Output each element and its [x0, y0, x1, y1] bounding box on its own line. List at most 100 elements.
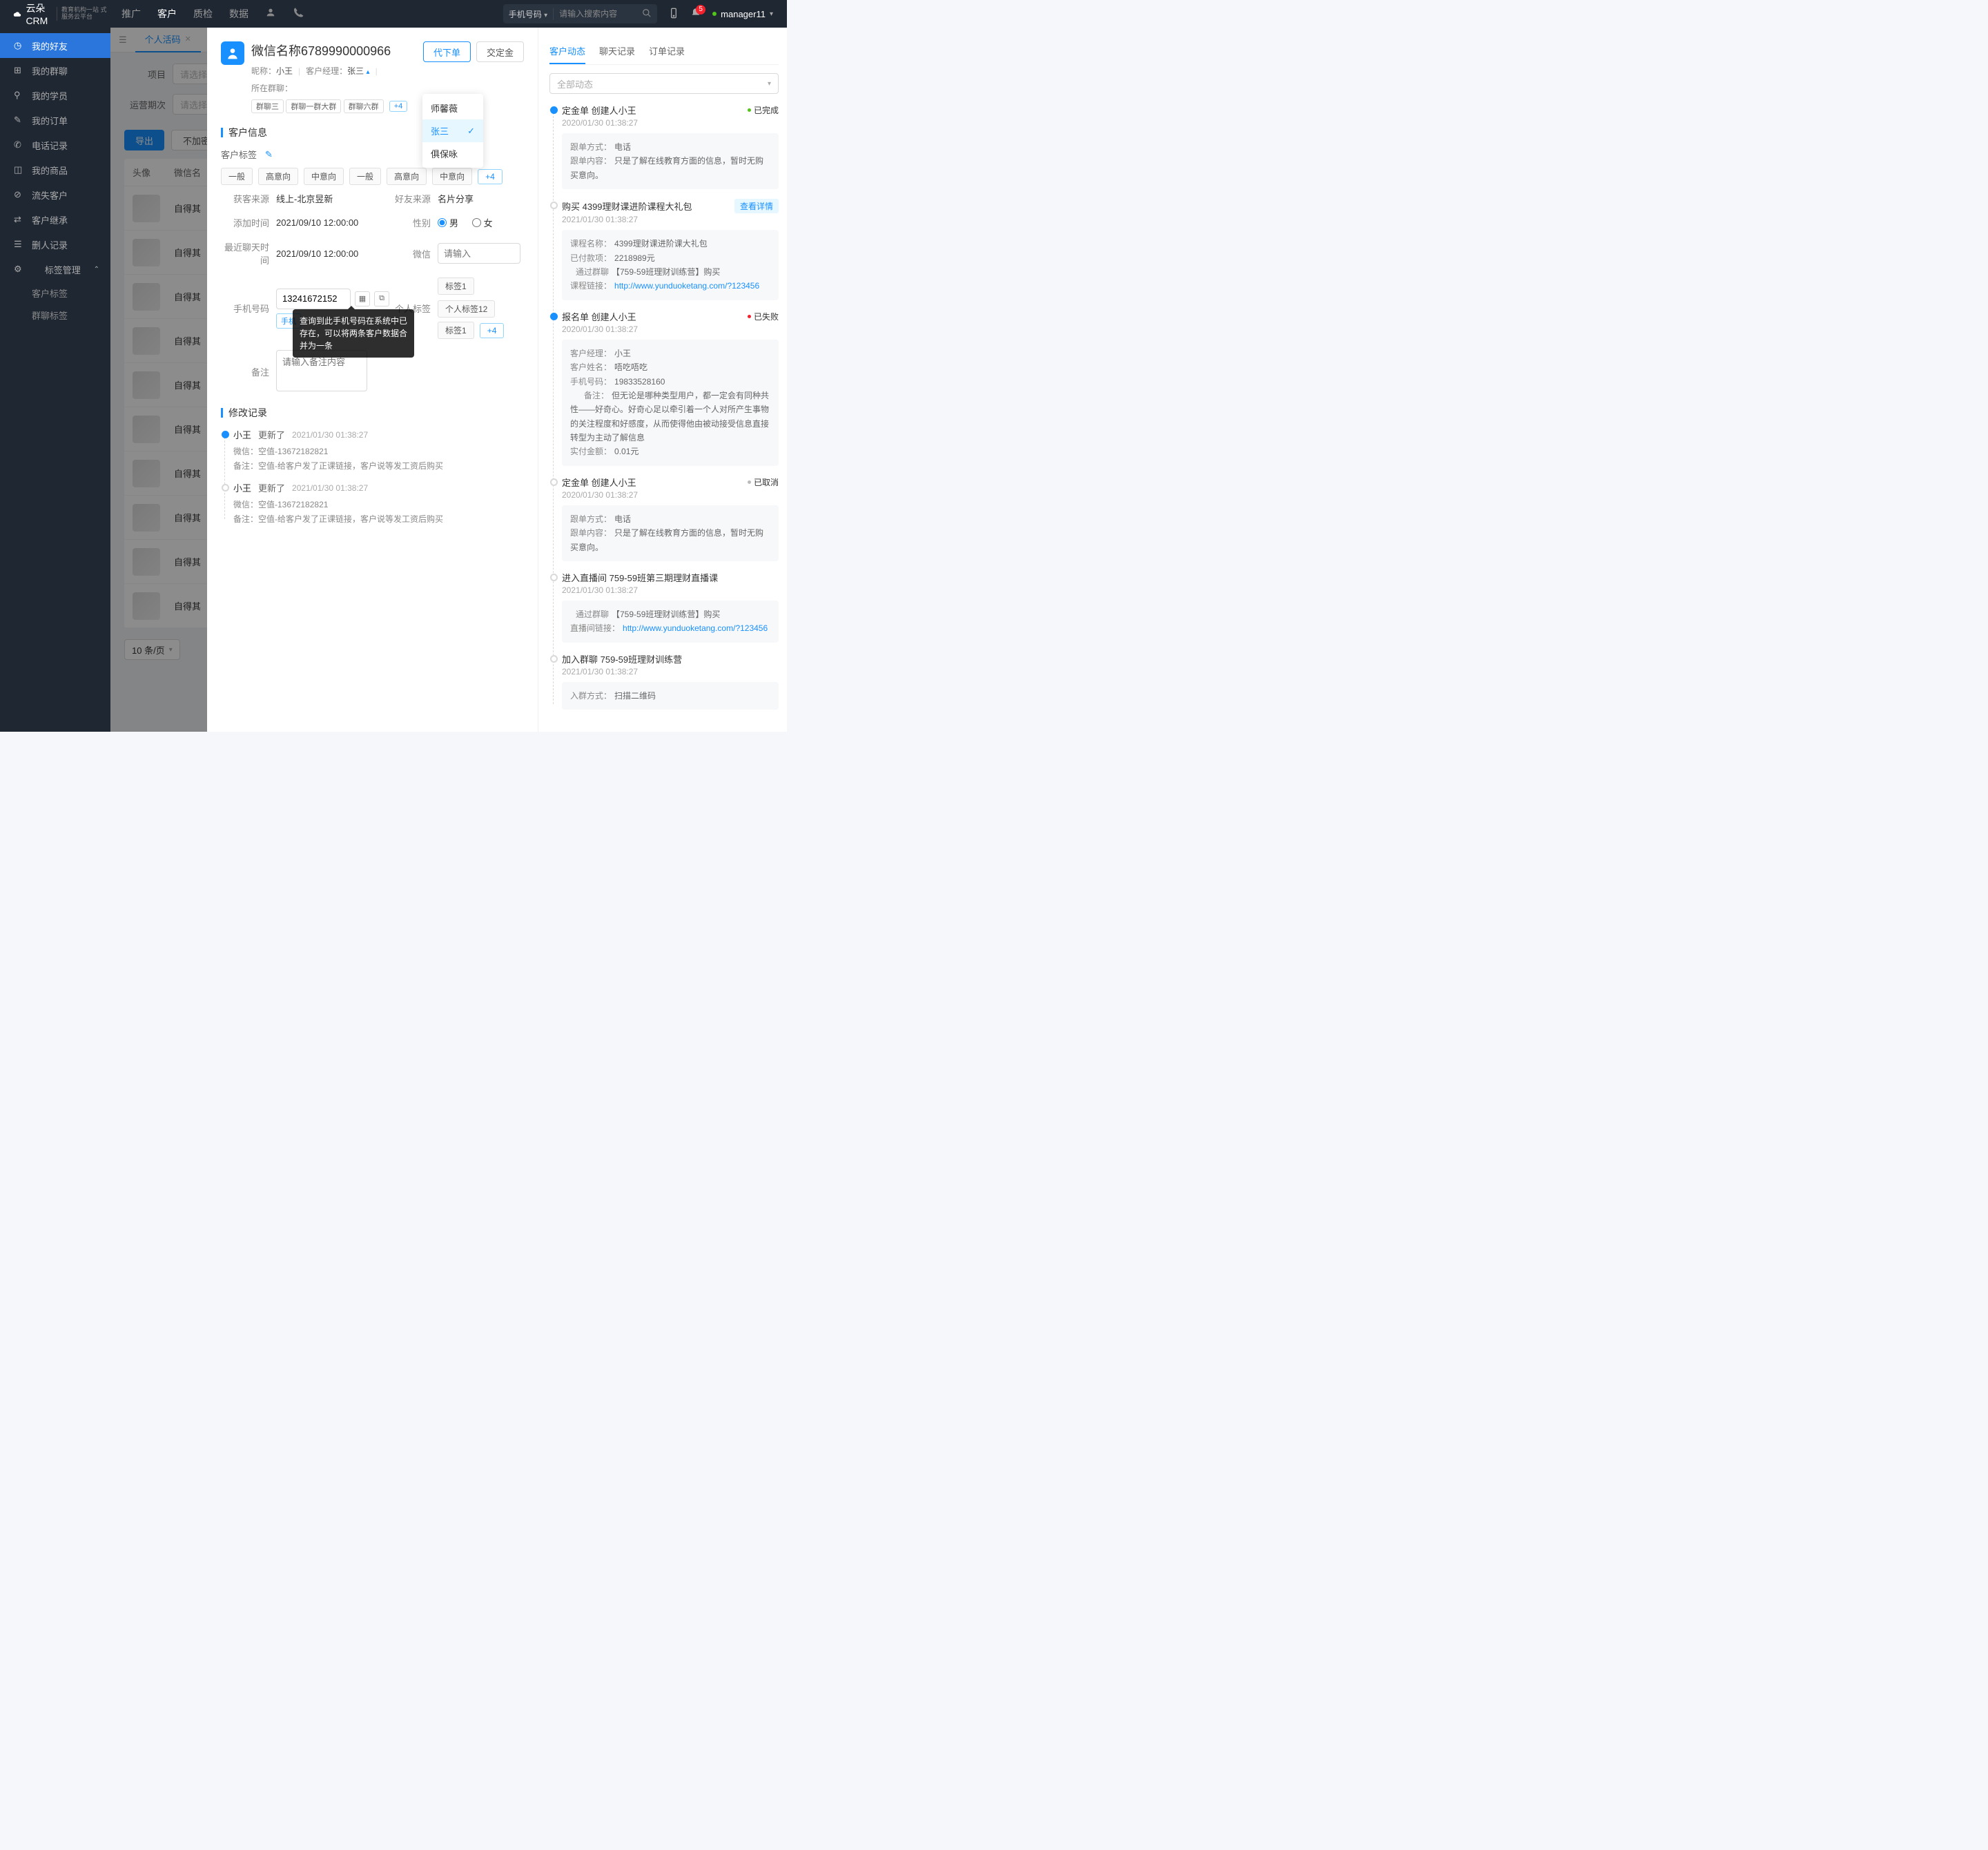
- rtab-orders[interactable]: 订单记录: [649, 39, 685, 64]
- manager-dropdown: 师馨薇 张三✓ 俱保咏: [422, 94, 483, 168]
- sidebar-icon: ⊞: [14, 65, 25, 76]
- sidebar-item-3[interactable]: ✎我的订单: [0, 108, 110, 133]
- search-type-select[interactable]: 手机号码 ▾: [503, 8, 554, 20]
- topnav: 推广 客户 质检 数据: [110, 7, 304, 21]
- view-detail-button[interactable]: 查看详情: [734, 199, 779, 213]
- sidebar-item-7[interactable]: ⇄客户继承: [0, 207, 110, 232]
- sidebar-item-2[interactable]: ⚲我的学员: [0, 83, 110, 108]
- search-input[interactable]: [554, 9, 636, 19]
- tags-more[interactable]: +4: [478, 169, 503, 184]
- logo: 云朵CRM 教育机构一站 式服务云平台: [0, 1, 110, 26]
- phone-input[interactable]: [276, 289, 351, 309]
- nav-data[interactable]: 数据: [229, 7, 248, 21]
- sidebar-sub-customer-tag[interactable]: 客户标签: [0, 282, 110, 304]
- proxy-order-button[interactable]: 代下单: [423, 41, 471, 62]
- logo-sub: 教育机构一站 式服务云平台: [57, 7, 110, 21]
- chevron-down-icon: ▾: [770, 10, 773, 18]
- nav-customer[interactable]: 客户: [157, 7, 177, 21]
- dynamics-item: 加入群聊 759-59班理财训练营2021/01/30 01:38:27入群方式…: [562, 652, 779, 710]
- phone-copy-icon[interactable]: ⧉: [374, 291, 389, 306]
- dynamics-filter[interactable]: 全部动态▾: [549, 73, 779, 94]
- cloud-icon: [11, 6, 21, 22]
- sidebar-icon: ☰: [14, 239, 25, 250]
- add-time-value: 2021/09/10 12:00:00: [276, 217, 389, 228]
- nav-promo[interactable]: 推广: [121, 7, 141, 21]
- logo-text: 云朵CRM: [26, 1, 52, 26]
- dd-item-2[interactable]: 俱保咏: [422, 142, 483, 165]
- sidebar-item-4[interactable]: ✆电话记录: [0, 133, 110, 157]
- link[interactable]: http://www.yunduoketang.com/?123456: [614, 281, 759, 291]
- chevron-icon: ⌃: [94, 266, 99, 273]
- group-more[interactable]: +4: [389, 101, 408, 112]
- mgr-dropdown-icon[interactable]: ▴: [367, 68, 370, 76]
- status-dot: [712, 12, 717, 16]
- group-tag: 群聊六群: [344, 99, 384, 113]
- link[interactable]: http://www.yunduoketang.com/?123456: [623, 623, 768, 633]
- history-item: 小王更新了2021/01/30 01:38:27微信：空值-1367218282…: [233, 481, 524, 525]
- top-right: 手机号码 ▾ 5 manager11 ▾: [503, 4, 787, 23]
- radio-female[interactable]: 女: [472, 216, 493, 229]
- section-history-title: 修改记录: [228, 406, 267, 420]
- phone-tooltip: 查询到此手机号码在系统中已存在，可以将两条客户数据合并为一条: [293, 309, 414, 358]
- nav-phone-icon[interactable]: [293, 7, 304, 21]
- search-icon[interactable]: [636, 8, 657, 20]
- sidebar-icon: ⊘: [14, 189, 25, 200]
- sidebar-icon: ⚲: [14, 90, 25, 101]
- customer-tag-label: 客户标签: [221, 148, 257, 161]
- user-menu[interactable]: manager11 ▾: [712, 9, 773, 19]
- sidebar-item-9[interactable]: ⚙标签管理⌃: [0, 257, 110, 282]
- dynamics-item: 进入直播间 759-59班第三期理财直播课2021/01/30 01:38:27…: [562, 571, 779, 643]
- customer-tag: 中意向: [432, 168, 472, 185]
- customer-tag: 一般: [349, 168, 381, 185]
- ptag-more[interactable]: +4: [480, 323, 505, 338]
- group-tag: 群聊三: [251, 99, 284, 113]
- sidebar-item-6[interactable]: ⊘流失客户: [0, 182, 110, 207]
- mobile-icon[interactable]: [668, 8, 679, 21]
- group-tag: 群聊一群大群: [286, 99, 341, 113]
- dynamics-item: 报名单 创建人小王已失败2020/01/30 01:38:27客户经理：小王客户…: [562, 310, 779, 466]
- sidebar-item-5[interactable]: ◫我的商品: [0, 157, 110, 182]
- source-value: 线上-北京昱新: [276, 192, 389, 205]
- sidebar: ◷我的好友⊞我的群聊⚲我的学员✎我的订单✆电话记录◫我的商品⊘流失客户⇄客户继承…: [0, 28, 110, 732]
- dd-item-0[interactable]: 师馨薇: [422, 97, 483, 119]
- customer-tag: 中意向: [304, 168, 344, 185]
- username: manager11: [721, 9, 766, 19]
- bell-icon[interactable]: 5: [690, 8, 701, 21]
- nav-user-icon[interactable]: [265, 7, 276, 21]
- customer-tag: 一般: [221, 168, 253, 185]
- deposit-button[interactable]: 交定金: [476, 41, 524, 62]
- nav-qc[interactable]: 质检: [193, 7, 213, 21]
- friend-source-value: 名片分享: [438, 192, 524, 205]
- dynamics-item: 购买 4399理财课进阶课程大礼包查看详情2021/01/30 01:38:27…: [562, 199, 779, 300]
- last-chat-value: 2021/09/10 12:00:00: [276, 249, 389, 259]
- history-item: 小王更新了2021/01/30 01:38:27微信：空值-1367218282…: [233, 428, 524, 471]
- customer-title: 微信名称6789990000966: [251, 41, 423, 59]
- sidebar-icon: ✆: [14, 139, 25, 150]
- sidebar-item-0[interactable]: ◷我的好友: [0, 33, 110, 58]
- customer-tag: 高意向: [387, 168, 427, 185]
- search-group: 手机号码 ▾: [503, 4, 657, 23]
- main: ☰ 个人活码 ✕ 我 项目 请选择▾ 运营期次 请选择▾: [110, 28, 787, 732]
- sidebar-sub-group-tag[interactable]: 群聊标签: [0, 304, 110, 326]
- right-tabs: 客户动态 聊天记录 订单记录: [549, 39, 779, 65]
- dynamics-item: 定金单 创建人小王已完成2020/01/30 01:38:27跟单方式：电话跟单…: [562, 104, 779, 189]
- phone-lookup-icon[interactable]: ▦: [355, 291, 370, 306]
- rtab-dynamics[interactable]: 客户动态: [549, 39, 585, 64]
- section-info-title: 客户信息: [228, 126, 267, 139]
- sidebar-icon: ◷: [14, 40, 25, 51]
- rtab-chat[interactable]: 聊天记录: [599, 39, 635, 64]
- edit-tags-icon[interactable]: ✎: [265, 149, 273, 160]
- sidebar-item-1[interactable]: ⊞我的群聊: [0, 58, 110, 83]
- notif-badge: 5: [696, 5, 705, 14]
- sidebar-icon: ⚙: [14, 264, 25, 275]
- topbar: 云朵CRM 教育机构一站 式服务云平台 推广 客户 质检 数据 手机号码 ▾: [0, 0, 787, 28]
- sidebar-icon: ⇄: [14, 214, 25, 225]
- gender-radios: 男 女: [438, 216, 524, 229]
- sidebar-item-8[interactable]: ☰删人记录: [0, 232, 110, 257]
- sidebar-icon: ◫: [14, 164, 25, 175]
- dd-item-1[interactable]: 张三✓: [422, 119, 483, 142]
- customer-icon: [221, 41, 244, 65]
- radio-male[interactable]: 男: [438, 216, 458, 229]
- dynamics-item: 定金单 创建人小王已取消2020/01/30 01:38:27跟单方式：电话跟单…: [562, 476, 779, 561]
- wechat-input[interactable]: [438, 243, 520, 264]
